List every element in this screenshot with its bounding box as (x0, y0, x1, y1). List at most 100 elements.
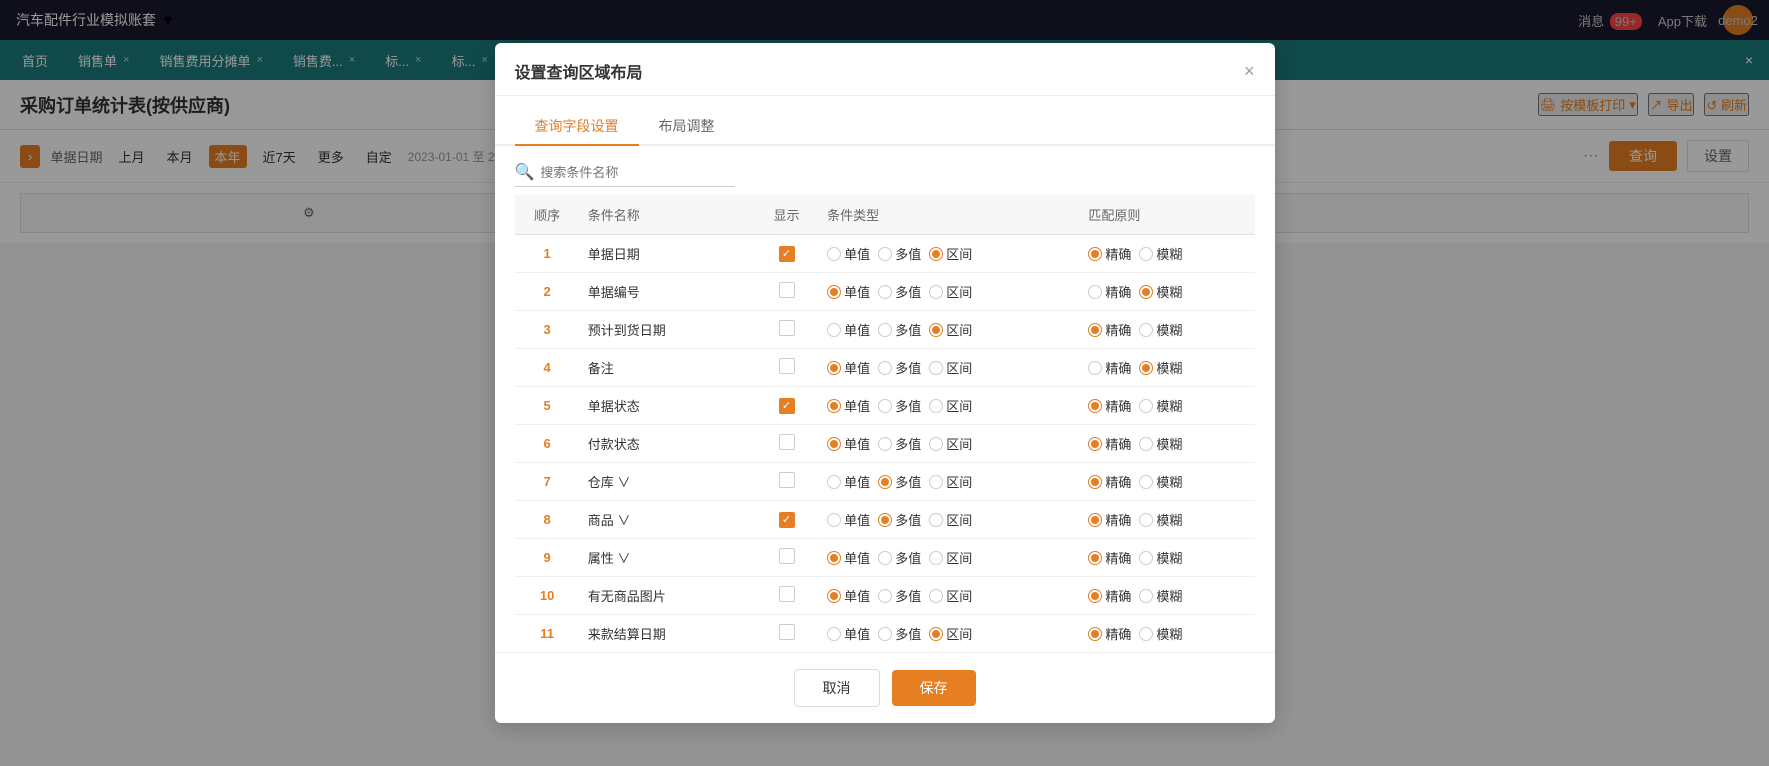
row-type-8: 单值多值区间 (819, 539, 1080, 577)
checkbox-9[interactable] (779, 586, 795, 602)
radio-type-single-3[interactable]: 单值 (827, 358, 870, 377)
radio-circle-single-4 (827, 399, 841, 413)
radio-type-range-0[interactable]: 区间 (929, 244, 972, 263)
row-type-2: 单值多值区间 (819, 311, 1080, 349)
checkbox-10[interactable] (779, 624, 795, 640)
radio-type-multi-7[interactable]: 多值 (878, 510, 921, 529)
radio-type-single-2[interactable]: 单值 (827, 320, 870, 339)
radio-type-single-9[interactable]: 单值 (827, 586, 870, 605)
row-check-9[interactable] (754, 577, 819, 615)
radio-match-exact-9[interactable]: 精确 (1088, 586, 1131, 605)
row-check-0[interactable] (754, 235, 819, 273)
modal-tab-layout[interactable]: 布局调整 (639, 108, 735, 146)
radio-type-single-4[interactable]: 单值 (827, 396, 870, 415)
radio-type-range-1[interactable]: 区间 (929, 282, 972, 301)
radio-type-multi-0[interactable]: 多值 (878, 244, 921, 263)
table-row: 1单据日期单值多值区间精确模糊 (515, 235, 1255, 273)
radio-match-fuzzy-8[interactable]: 模糊 (1139, 548, 1182, 567)
radio-type-single-8[interactable]: 单值 (827, 548, 870, 567)
radio-type-multi-9[interactable]: 多值 (878, 586, 921, 605)
row-name-3: 备注 (580, 349, 754, 387)
radio-match-fuzzy-7[interactable]: 模糊 (1139, 510, 1182, 529)
radio-match-exact-2[interactable]: 精确 (1088, 320, 1131, 339)
radio-type-range-2[interactable]: 区间 (929, 320, 972, 339)
radio-type-multi-5[interactable]: 多值 (878, 434, 921, 453)
radio-type-range-3[interactable]: 区间 (929, 358, 972, 377)
row-order-0: 1 (515, 235, 580, 273)
radio-type-single-10[interactable]: 单值 (827, 624, 870, 643)
checkbox-7[interactable] (779, 512, 795, 528)
row-check-2[interactable] (754, 311, 819, 349)
row-check-5[interactable] (754, 425, 819, 463)
row-check-8[interactable] (754, 539, 819, 577)
radio-type-single-1[interactable]: 单值 (827, 282, 870, 301)
radio-type-multi-4[interactable]: 多值 (878, 396, 921, 415)
radio-circle-multi-5 (878, 437, 892, 451)
modal-table-container: 顺序 条件名称 显示 条件类型 匹配原则 1单据日期单值多值区间精确模糊2单据编… (495, 195, 1275, 652)
radio-type-range-4[interactable]: 区间 (929, 396, 972, 415)
radio-match-exact-7[interactable]: 精确 (1088, 510, 1131, 529)
col-name: 条件名称 (580, 195, 754, 235)
row-check-1[interactable] (754, 273, 819, 311)
checkbox-3[interactable] (779, 358, 795, 374)
radio-type-range-8[interactable]: 区间 (929, 548, 972, 567)
radio-match-fuzzy-1[interactable]: 模糊 (1139, 282, 1182, 301)
radio-match-exact-5[interactable]: 精确 (1088, 434, 1131, 453)
checkbox-2[interactable] (779, 320, 795, 336)
save-btn[interactable]: 保存 (892, 670, 976, 706)
radio-circle-multi-8 (878, 551, 892, 565)
cancel-btn[interactable]: 取消 (794, 669, 880, 707)
radio-type-single-7[interactable]: 单值 (827, 510, 870, 529)
radio-match-exact-8[interactable]: 精确 (1088, 548, 1131, 567)
radio-match-fuzzy-0[interactable]: 模糊 (1139, 244, 1182, 263)
radio-type-single-5[interactable]: 单值 (827, 434, 870, 453)
radio-type-multi-6[interactable]: 多值 (878, 472, 921, 491)
radio-match-fuzzy-2[interactable]: 模糊 (1139, 320, 1182, 339)
table-row: 3预计到货日期单值多值区间精确模糊 (515, 311, 1255, 349)
col-type: 条件类型 (819, 195, 1080, 235)
radio-type-multi-8[interactable]: 多值 (878, 548, 921, 567)
radio-type-multi-1[interactable]: 多值 (878, 282, 921, 301)
row-check-10[interactable] (754, 615, 819, 653)
search-input[interactable] (540, 165, 720, 180)
checkbox-1[interactable] (779, 282, 795, 298)
radio-match-exact-10[interactable]: 精确 (1088, 624, 1131, 643)
radio-type-range-10[interactable]: 区间 (929, 624, 972, 643)
radio-match-fuzzy-6[interactable]: 模糊 (1139, 472, 1182, 491)
radio-type-single-0[interactable]: 单值 (827, 244, 870, 263)
row-check-6[interactable] (754, 463, 819, 501)
row-check-3[interactable] (754, 349, 819, 387)
checkbox-6[interactable] (779, 472, 795, 488)
radio-match-fuzzy-5[interactable]: 模糊 (1139, 434, 1182, 453)
radio-match-exact-4[interactable]: 精确 (1088, 396, 1131, 415)
row-check-4[interactable] (754, 387, 819, 425)
radio-type-range-7[interactable]: 区间 (929, 510, 972, 529)
radio-type-multi-10[interactable]: 多值 (878, 624, 921, 643)
radio-match-fuzzy-4[interactable]: 模糊 (1139, 396, 1182, 415)
table-row: 2单据编号单值多值区间精确模糊 (515, 273, 1255, 311)
checkbox-4[interactable] (779, 398, 795, 414)
row-match-0: 精确模糊 (1080, 235, 1254, 273)
radio-type-multi-2[interactable]: 多值 (878, 320, 921, 339)
radio-circle-range-1 (929, 285, 943, 299)
checkbox-8[interactable] (779, 548, 795, 564)
radio-type-single-6[interactable]: 单值 (827, 472, 870, 491)
radio-match-exact-3[interactable]: 精确 (1088, 358, 1131, 377)
radio-type-multi-3[interactable]: 多值 (878, 358, 921, 377)
table-row: 4备注单值多值区间精确模糊 (515, 349, 1255, 387)
row-check-7[interactable] (754, 501, 819, 539)
radio-type-range-6[interactable]: 区间 (929, 472, 972, 491)
radio-match-fuzzy-9[interactable]: 模糊 (1139, 586, 1182, 605)
radio-match-fuzzy-3[interactable]: 模糊 (1139, 358, 1182, 377)
radio-type-range-9[interactable]: 区间 (929, 586, 972, 605)
radio-match-exact-6[interactable]: 精确 (1088, 472, 1131, 491)
checkbox-0[interactable] (779, 246, 795, 262)
modal-close-btn[interactable]: × (1244, 62, 1255, 80)
modal-tab-query-fields[interactable]: 查询字段设置 (515, 108, 639, 146)
checkbox-5[interactable] (779, 434, 795, 450)
radio-match-exact-0[interactable]: 精确 (1088, 244, 1131, 263)
modal: 设置查询区域布局 × 查询字段设置 布局调整 🔍 (495, 43, 1275, 723)
radio-type-range-5[interactable]: 区间 (929, 434, 972, 453)
radio-match-exact-1[interactable]: 精确 (1088, 282, 1131, 301)
radio-match-fuzzy-10[interactable]: 模糊 (1139, 624, 1182, 643)
